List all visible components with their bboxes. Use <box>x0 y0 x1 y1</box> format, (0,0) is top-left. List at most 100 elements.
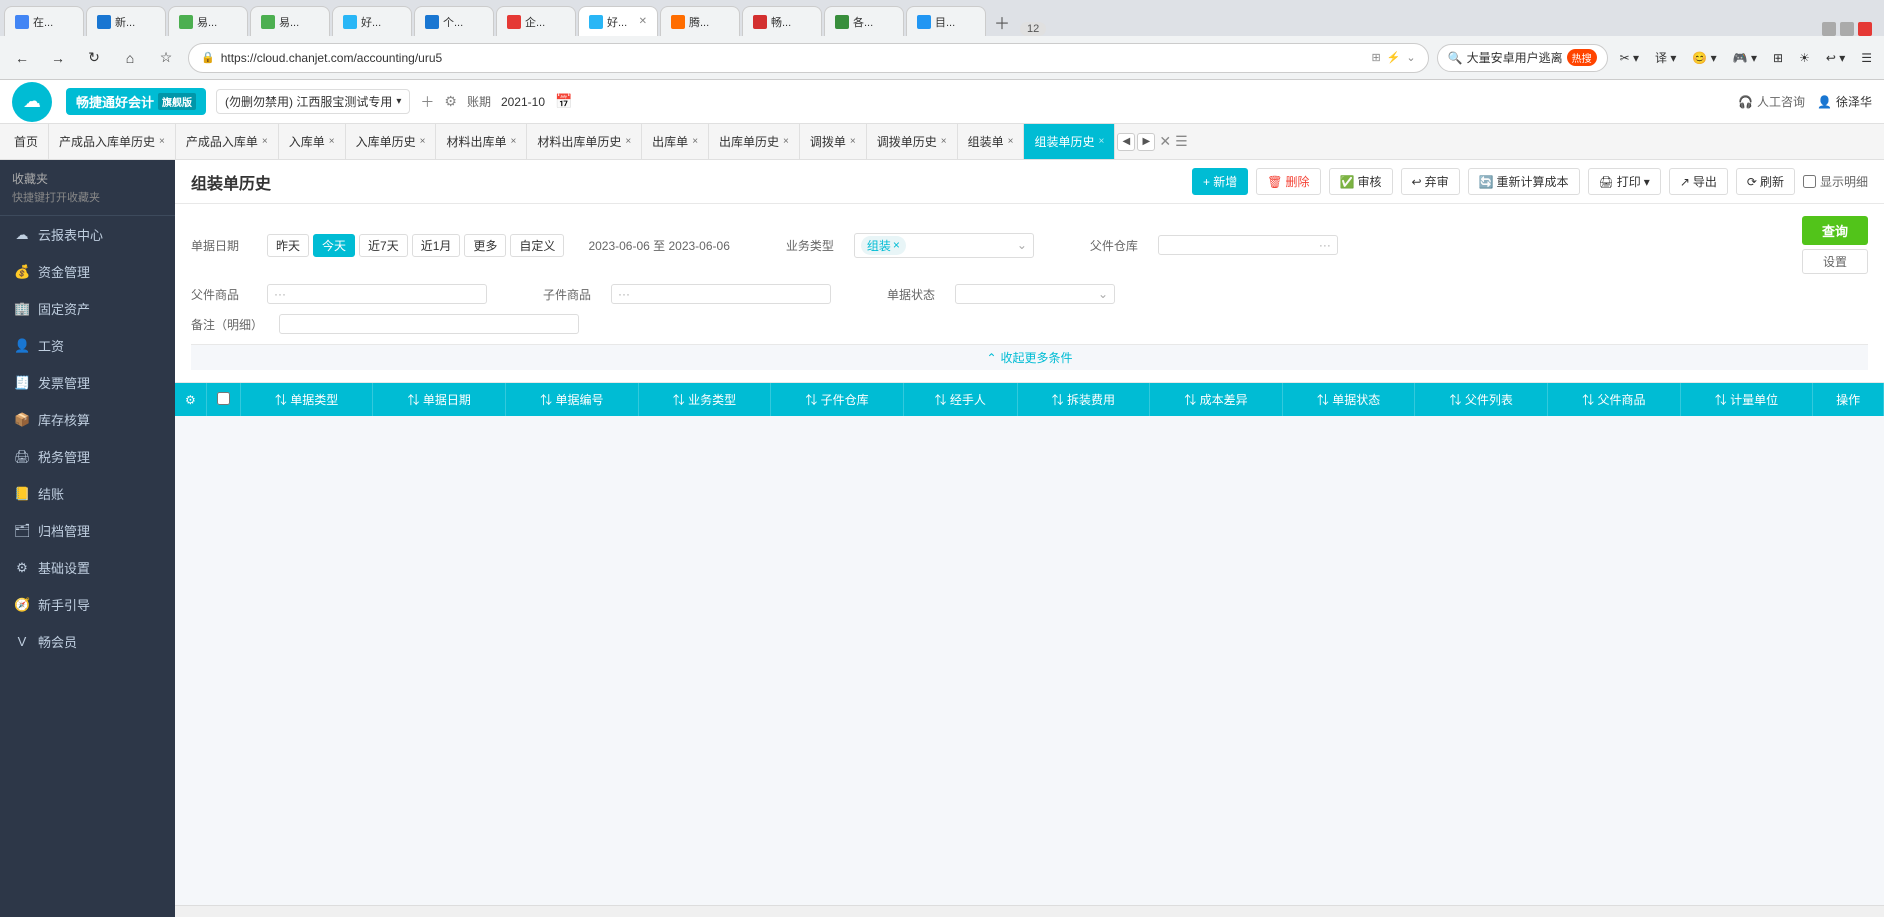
table-col-cost-diff[interactable]: ⇅ 成本差异 <box>1150 383 1283 416</box>
browser-search-box[interactable]: 🔍 大量安卓用户逃离 热搜 <box>1437 44 1608 72</box>
audit-button[interactable]: ✅ 审核 <box>1329 168 1393 195</box>
back-button[interactable]: ← <box>8 44 36 72</box>
nav-tab-close-2[interactable]: × <box>262 136 268 147</box>
nav-tab-transfer[interactable]: 调拨单 × <box>800 124 867 160</box>
sun-tool[interactable]: ☀ <box>1795 49 1814 67</box>
sidebar-favorites[interactable]: 收藏夹 快捷键打开收藏夹 <box>0 160 175 216</box>
biz-type-input[interactable]: 组装 × ⌄ <box>854 233 1034 258</box>
date-btn-more[interactable]: 更多 <box>464 234 506 257</box>
parent-warehouse-more-icon[interactable]: ··· <box>1319 238 1331 252</box>
table-col-unit[interactable]: ⇅ 计量单位 <box>1680 383 1813 416</box>
status-select[interactable]: ⌄ <box>955 284 1115 304</box>
table-col-date[interactable]: ⇅ 单据日期 <box>373 383 506 416</box>
user-info[interactable]: 👤 徐泽华 <box>1817 93 1872 110</box>
window-minimize[interactable] <box>1822 22 1836 36</box>
menu-tool[interactable]: ☰ <box>1857 49 1876 67</box>
table-col-type[interactable]: ⇅ 单据类型 <box>240 383 373 416</box>
nav-tab-close-8[interactable]: × <box>783 136 789 147</box>
nav-tab-close-5[interactable]: × <box>510 136 516 147</box>
nav-tab-transfer-history[interactable]: 调拨单历史 × <box>867 124 958 160</box>
nav-tab-material-out[interactable]: 材料出库单 × <box>436 124 527 160</box>
nav-arrow-right[interactable]: ▶ <box>1137 133 1155 151</box>
scissors-tool[interactable]: ✂ ▾ <box>1616 49 1643 67</box>
nav-tab-assembly[interactable]: 组装单 × <box>958 124 1025 160</box>
collapse-button[interactable]: ⌃ 收起更多条件 <box>191 344 1868 370</box>
biz-type-dropdown-icon[interactable]: ⌄ <box>1017 238 1027 252</box>
date-btn-1month[interactable]: 近1月 <box>412 234 461 257</box>
nav-tab-close-4[interactable]: × <box>420 136 426 147</box>
sidebar-favorites-subtitle[interactable]: 快捷键打开收藏夹 <box>12 189 163 205</box>
table-col-biz-type[interactable]: ⇅ 业务类型 <box>638 383 771 416</box>
company-add-button[interactable]: ＋ <box>420 92 434 112</box>
browser-tab-1[interactable]: 在... <box>4 6 84 36</box>
date-btn-7days[interactable]: 近7天 <box>359 234 408 257</box>
nav-arrow-left[interactable]: ◀ <box>1117 133 1135 151</box>
sidebar-item-reports[interactable]: ☁ 云报表中心 <box>0 216 175 253</box>
parent-goods-more-icon[interactable]: ··· <box>274 287 286 301</box>
emoji-tool[interactable]: 😊 ▾ <box>1688 49 1720 67</box>
table-col-number[interactable]: ⇅ 单据编号 <box>505 383 638 416</box>
table-col-handler[interactable]: ⇅ 经手人 <box>903 383 1017 416</box>
nav-tab-close-11[interactable]: × <box>1008 136 1014 147</box>
sidebar-favorites-title[interactable]: 收藏夹 <box>12 170 163 187</box>
history-tool[interactable]: ↩ ▾ <box>1822 49 1849 67</box>
company-settings-button[interactable]: ⚙ <box>444 93 457 110</box>
nav-tab-production-in-history[interactable]: 产成品入库单历史 × <box>49 124 176 160</box>
address-bar[interactable]: 🔒 https://cloud.chanjet.com/accounting/u… <box>188 43 1429 73</box>
browser-tab-2[interactable]: 新... <box>86 6 166 36</box>
nav-tab-close-1[interactable]: × <box>159 136 165 147</box>
nav-tab-out-history[interactable]: 出库单历史 × <box>709 124 800 160</box>
new-tab-button[interactable]: ＋ <box>988 8 1016 36</box>
consult-button[interactable]: 🎧 人工咨询 <box>1738 93 1805 110</box>
browser-tab-4[interactable]: 易... <box>250 6 330 36</box>
query-button[interactable]: 查询 <box>1802 216 1868 245</box>
status-dropdown-icon[interactable]: ⌄ <box>1098 287 1108 301</box>
sidebar-item-finance[interactable]: 💰 资金管理 <box>0 253 175 290</box>
company-selector[interactable]: (勿删勿禁用) 江西服宝测试专用 ▾ <box>216 89 410 114</box>
nav-tab-close-6[interactable]: × <box>625 136 631 147</box>
table-check-all[interactable] <box>217 392 230 405</box>
browser-tab-5[interactable]: 好... <box>332 6 412 36</box>
table-col-parent-list[interactable]: ⇅ 父件列表 <box>1415 383 1548 416</box>
bookmark-button[interactable]: ☆ <box>152 44 180 72</box>
close-all-tabs-icon[interactable]: ✕ <box>1159 133 1171 150</box>
sidebar-item-inventory[interactable]: 📦 库存核算 <box>0 401 175 438</box>
sidebar-item-settlement[interactable]: 📒 结账 <box>0 475 175 512</box>
delete-button[interactable]: 🗑 删除 <box>1256 168 1320 195</box>
export-button[interactable]: ↗ 导出 <box>1669 168 1728 195</box>
nav-tab-close-9[interactable]: × <box>850 136 856 147</box>
show-detail-checkbox[interactable]: 显示明细 <box>1803 173 1868 190</box>
print-button[interactable]: 🖨 打印 ▾ <box>1588 168 1661 195</box>
nav-tab-close-3[interactable]: × <box>329 136 335 147</box>
date-btn-today[interactable]: 今天 <box>313 234 355 257</box>
sidebar-item-vip[interactable]: V 畅会员 <box>0 623 175 660</box>
table-col-settings[interactable]: ⚙ <box>175 383 206 416</box>
child-goods-more-icon[interactable]: ··· <box>618 287 630 301</box>
window-restore[interactable] <box>1840 22 1854 36</box>
refresh-button[interactable]: ↻ <box>80 44 108 72</box>
sidebar-item-tax[interactable]: 🖨 税务管理 <box>0 438 175 475</box>
sidebar-item-guide[interactable]: 🧭 新手引导 <box>0 586 175 623</box>
abandon-button[interactable]: ↩ 弃审 <box>1401 168 1460 195</box>
nav-tab-material-out-history[interactable]: 材料出库单历史 × <box>527 124 642 160</box>
nav-tab-in-history[interactable]: 入库单历史 × <box>346 124 437 160</box>
browser-tab-8[interactable]: 好... ✕ <box>578 6 658 36</box>
translate-tool[interactable]: 译 ▾ <box>1651 47 1680 68</box>
nav-tab-close-12[interactable]: × <box>1098 136 1104 147</box>
sidebar-item-invoice[interactable]: 🧾 发票管理 <box>0 364 175 401</box>
table-col-check[interactable] <box>206 383 240 416</box>
browser-tab-11[interactable]: 各... <box>824 6 904 36</box>
nav-tab-out[interactable]: 出库单 × <box>642 124 709 160</box>
recalc-button[interactable]: 🔄 重新计算成本 <box>1468 168 1580 195</box>
home-button[interactable]: ⌂ <box>116 44 144 72</box>
sidebar-item-settings[interactable]: ⚙ 基础设置 <box>0 549 175 586</box>
table-col-status[interactable]: ⇅ 单据状态 <box>1282 383 1415 416</box>
table-col-child-warehouse[interactable]: ⇅ 子件仓库 <box>771 383 904 416</box>
browser-tab-10[interactable]: 畅... <box>742 6 822 36</box>
nav-tab-production-in[interactable]: 产成品入库单 × <box>176 124 279 160</box>
set-button[interactable]: 设置 <box>1802 249 1868 274</box>
table-col-parent-goods[interactable]: ⇅ 父件商品 <box>1547 383 1680 416</box>
nav-tab-home[interactable]: 首页 <box>4 124 49 160</box>
parent-warehouse-input[interactable]: ··· <box>1158 235 1338 255</box>
nav-tab-assembly-history[interactable]: 组装单历史 × <box>1024 124 1115 160</box>
